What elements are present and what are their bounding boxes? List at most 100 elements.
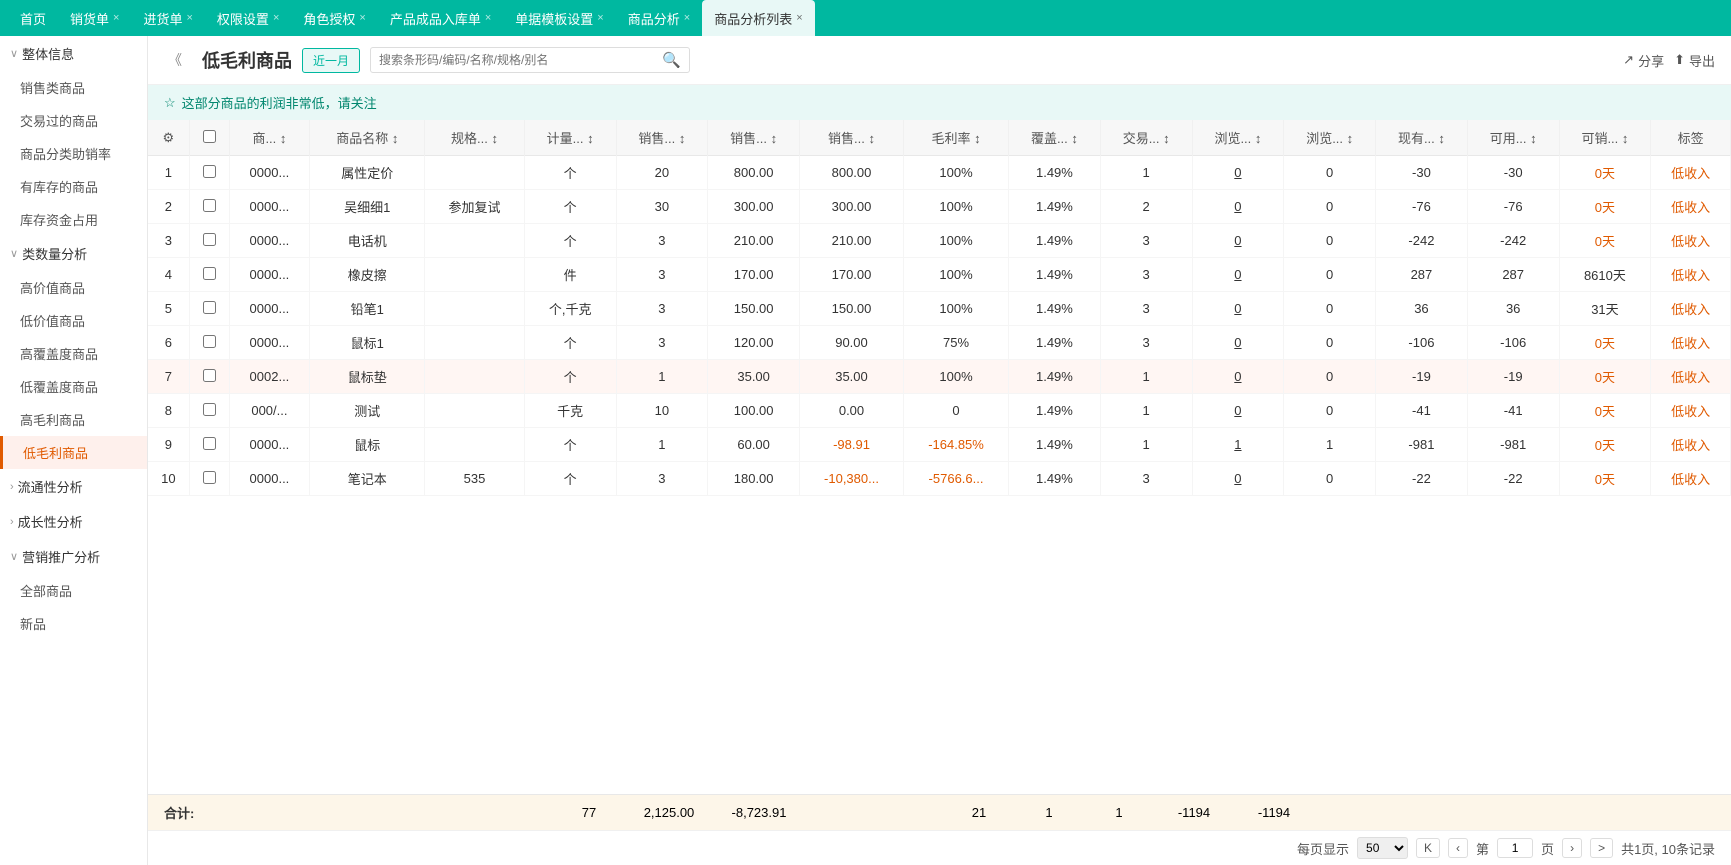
sidebar-item-stock-capital[interactable]: 库存资金占用 [0, 203, 147, 236]
row-select-checkbox[interactable] [203, 369, 216, 382]
col-coverage[interactable]: 覆盖... ↕ [1009, 120, 1101, 156]
nav-permission[interactable]: 权限设置 × [205, 0, 291, 36]
sidebar-item-stocked-goods[interactable]: 有库存的商品 [0, 170, 147, 203]
col-checkbox[interactable] [189, 120, 229, 156]
row-checkbox[interactable] [189, 326, 229, 360]
next-page-button[interactable]: › [1562, 838, 1582, 858]
col-name[interactable]: 商品名称 ↕ [310, 120, 425, 156]
close-icon[interactable]: × [485, 12, 491, 24]
col-saleable[interactable]: 可销... ↕ [1559, 120, 1651, 156]
export-button[interactable]: ⬆ 导出 [1674, 51, 1715, 70]
row-sales-amount: 210.00 [800, 224, 904, 258]
col-spec[interactable]: 规格... ↕ [425, 120, 525, 156]
row-view1[interactable]: 0 [1192, 190, 1284, 224]
nav-template-settings[interactable]: 单据模板设置 × [503, 0, 615, 36]
search-icon[interactable]: 🔍 [662, 51, 681, 69]
row-view1[interactable]: 0 [1192, 326, 1284, 360]
sidebar-item-new-goods[interactable]: 新品 [0, 607, 147, 640]
col-view2[interactable]: 浏览... ↕ [1284, 120, 1376, 156]
filter-recent-month-button[interactable]: 近一月 [302, 48, 360, 73]
row-select-checkbox[interactable] [203, 437, 216, 450]
close-icon[interactable]: × [273, 12, 279, 24]
nav-analysis-list[interactable]: 商品分析列表 × [702, 0, 814, 36]
table-wrapper[interactable]: ⚙ 商... ↕ 商品名称 ↕ 规格... ↕ 计量... ↕ 销售... ↕ … [148, 120, 1731, 794]
row-checkbox[interactable] [189, 224, 229, 258]
row-select-checkbox[interactable] [203, 165, 216, 178]
row-view1[interactable]: 0 [1192, 258, 1284, 292]
col-sales-price[interactable]: 销售... ↕ [708, 120, 800, 156]
row-checkbox[interactable] [189, 394, 229, 428]
sidebar-item-low-profit[interactable]: 低毛利商品 [0, 436, 147, 469]
row-select-checkbox[interactable] [203, 335, 216, 348]
row-checkbox[interactable] [189, 360, 229, 394]
sidebar-group-growth-analysis[interactable]: › 成长性分析 [0, 504, 147, 539]
row-select-checkbox[interactable] [203, 403, 216, 416]
nav-product-in[interactable]: 产品成品入库单 × [378, 0, 503, 36]
col-code[interactable]: 商... ↕ [229, 120, 310, 156]
sidebar-group-quantity-analysis[interactable]: ∨ 类数量分析 [0, 236, 147, 271]
col-available[interactable]: 可用... ↕ [1467, 120, 1559, 156]
row-checkbox[interactable] [189, 462, 229, 496]
col-sales-qty[interactable]: 销售... ↕ [616, 120, 708, 156]
collapse-sidebar-button[interactable]: 《 [164, 46, 186, 74]
sidebar-item-sales-goods[interactable]: 销售类商品 [0, 71, 147, 104]
nav-role-auth[interactable]: 角色授权 × [291, 0, 377, 36]
sidebar-group-overall[interactable]: ∨ 整体信息 [0, 36, 147, 71]
sidebar-item-high-profit[interactable]: 高毛利商品 [0, 403, 147, 436]
row-checkbox[interactable] [189, 292, 229, 326]
sidebar-item-high-coverage[interactable]: 高覆盖度商品 [0, 337, 147, 370]
row-checkbox[interactable] [189, 190, 229, 224]
close-icon[interactable]: × [113, 12, 119, 24]
close-icon[interactable]: × [684, 12, 690, 24]
row-sales-price: 120.00 [708, 326, 800, 360]
row-view1[interactable]: 0 [1192, 462, 1284, 496]
last-page-button[interactable]: > [1590, 838, 1613, 858]
col-trade[interactable]: 交易... ↕ [1100, 120, 1192, 156]
col-view1[interactable]: 浏览... ↕ [1192, 120, 1284, 156]
close-icon[interactable]: × [186, 12, 192, 24]
row-select-checkbox[interactable] [203, 267, 216, 280]
row-view1[interactable]: 0 [1192, 360, 1284, 394]
sidebar-item-traded-goods[interactable]: 交易过的商品 [0, 104, 147, 137]
row-view1[interactable]: 0 [1192, 394, 1284, 428]
nav-purchase-order[interactable]: 进货单 × [131, 0, 204, 36]
col-unit[interactable]: 计量... ↕ [524, 120, 616, 156]
page-size-select[interactable]: 50 100 200 [1357, 837, 1408, 859]
close-icon[interactable]: × [597, 12, 603, 24]
row-view1[interactable]: 0 [1192, 224, 1284, 258]
row-sales-qty: 3 [616, 292, 708, 326]
row-view1[interactable]: 1 [1192, 428, 1284, 462]
share-button[interactable]: ↗ 分享 [1623, 51, 1664, 70]
sidebar-item-category-rate[interactable]: 商品分类助销率 [0, 137, 147, 170]
prev-page-button[interactable]: ‹ [1448, 838, 1468, 858]
row-select-checkbox[interactable] [203, 199, 216, 212]
row-checkbox[interactable] [189, 428, 229, 462]
row-select-checkbox[interactable] [203, 471, 216, 484]
row-select-checkbox[interactable] [203, 233, 216, 246]
page-number-input[interactable] [1497, 838, 1533, 858]
row-checkbox[interactable] [189, 258, 229, 292]
sidebar-group-marketing-analysis[interactable]: ∨ 营销推广分析 [0, 539, 147, 574]
sidebar-item-low-coverage[interactable]: 低覆盖度商品 [0, 370, 147, 403]
row-view1[interactable]: 0 [1192, 292, 1284, 326]
first-page-button[interactable]: K [1416, 838, 1440, 858]
col-tag[interactable]: 标签 [1651, 120, 1731, 156]
select-all-checkbox[interactable] [203, 130, 216, 143]
col-gross-margin[interactable]: 毛利率 ↕ [903, 120, 1008, 156]
sidebar-item-high-value[interactable]: 高价值商品 [0, 271, 147, 304]
col-current[interactable]: 现有... ↕ [1376, 120, 1468, 156]
close-icon[interactable]: × [796, 12, 802, 24]
col-sales-amount[interactable]: 销售... ↕ [800, 120, 904, 156]
nav-sales-order[interactable]: 销货单 × [58, 0, 131, 36]
row-select-checkbox[interactable] [203, 301, 216, 314]
sidebar-item-low-value[interactable]: 低价值商品 [0, 304, 147, 337]
sidebar-item-all-goods[interactable]: 全部商品 [0, 574, 147, 607]
search-input[interactable] [379, 53, 662, 67]
row-view1[interactable]: 0 [1192, 156, 1284, 190]
nav-home[interactable]: 首页 [8, 0, 58, 36]
sidebar-group-flow-analysis[interactable]: › 流通性分析 [0, 469, 147, 504]
nav-product-analysis[interactable]: 商品分析 × [616, 0, 702, 36]
close-icon[interactable]: × [359, 12, 365, 24]
col-settings[interactable]: ⚙ [148, 120, 189, 156]
row-checkbox[interactable] [189, 156, 229, 190]
